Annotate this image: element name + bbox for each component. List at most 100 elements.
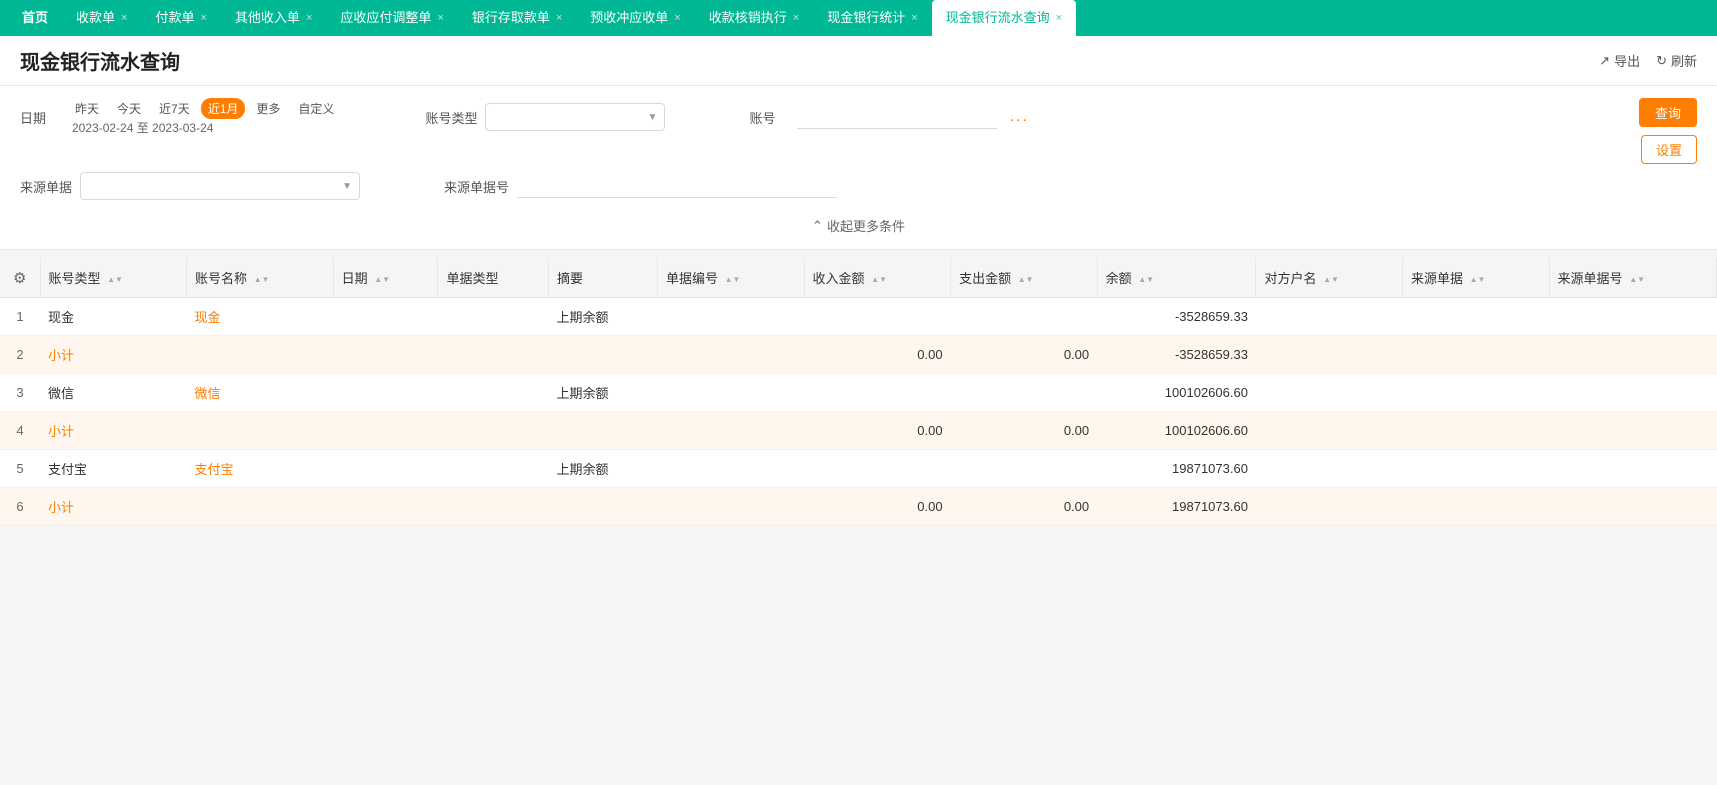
td-expense: 0.00 — [951, 488, 1098, 526]
td-id: 4 — [0, 412, 40, 450]
td-account-name: 现金 — [187, 298, 334, 336]
nav-tab-yinhangcunqukuan[interactable]: 银行存取款单 × — [458, 0, 576, 36]
date-custom[interactable]: 自定义 — [291, 98, 341, 119]
export-button[interactable]: ↗ 导出 — [1599, 51, 1640, 70]
close-icon[interactable]: × — [121, 0, 127, 36]
nav-tab-yingshouyingfu[interactable]: 应收应付调整单 × — [326, 0, 457, 36]
nav-tab-shoukuanhexiao[interactable]: 收款核销执行 × — [695, 0, 813, 36]
table-row[interactable]: 1 现金 现金 上期余额 -3528659.33 — [0, 298, 1717, 336]
close-icon[interactable]: × — [556, 0, 562, 36]
table-row[interactable]: 2 小计 0.00 0.00 -3528659.33 — [0, 336, 1717, 374]
sort-icons[interactable]: ▲▼ — [254, 276, 270, 284]
th-counterpart: 对方户名 ▲▼ — [1256, 258, 1403, 298]
date-label: 日期 — [20, 108, 60, 127]
td-balance: 100102606.60 — [1097, 374, 1256, 412]
nav-tab-label: 付款单 — [155, 0, 194, 36]
close-icon[interactable]: × — [437, 0, 443, 36]
td-summary: 上期余额 — [549, 450, 658, 488]
table-row[interactable]: 4 小计 0.00 0.00 100102606.60 — [0, 412, 1717, 450]
close-icon[interactable]: × — [793, 0, 799, 36]
td-account-type: 现金 — [40, 298, 187, 336]
td-id: 3 — [0, 374, 40, 412]
close-icon[interactable]: × — [306, 0, 312, 36]
sort-icons[interactable]: ▲▼ — [1323, 276, 1339, 284]
date-1month[interactable]: 近1月 — [201, 98, 246, 119]
sort-icons[interactable]: ▲▼ — [1470, 276, 1486, 284]
table-row[interactable]: 5 支付宝 支付宝 上期余额 19871073.60 — [0, 450, 1717, 488]
td-income — [804, 450, 951, 488]
date-7days[interactable]: 近7天 — [152, 98, 197, 119]
account-filter-group: 账号 ... — [749, 105, 1028, 129]
sort-icons[interactable]: ▲▼ — [1138, 276, 1154, 284]
sort-icons[interactable]: ▲▼ — [1018, 276, 1034, 284]
th-source-doc-label: 来源单据 — [1411, 271, 1463, 286]
table-body: 1 现金 现金 上期余额 -3528659.33 2 小计 0.00 0.00 … — [0, 298, 1717, 526]
nav-tab-yushouying[interactable]: 预收冲应收单 × — [576, 0, 694, 36]
nav-home[interactable]: 首页 — [8, 0, 62, 36]
td-expense — [951, 450, 1098, 488]
source-doc-label: 来源单据 — [20, 177, 72, 196]
nav-tab-shoukuan[interactable]: 收款单 × — [62, 0, 141, 36]
date-more[interactable]: 更多 — [249, 98, 287, 119]
td-source-doc — [1403, 412, 1550, 450]
source-doc-select[interactable] — [80, 172, 360, 200]
settings-button[interactable]: 设置 — [1641, 135, 1697, 164]
table-row[interactable]: 3 微信 微信 上期余额 100102606.60 — [0, 374, 1717, 412]
nav-tab-fukuan[interactable]: 付款单 × — [141, 0, 220, 36]
export-icon: ↗ — [1599, 53, 1610, 69]
gear-icon[interactable]: ⚙ — [13, 270, 26, 287]
td-source-doc-no — [1549, 450, 1716, 488]
collapse-button[interactable]: ⌃ 收起更多条件 — [812, 216, 905, 235]
refresh-label: 刷新 — [1671, 51, 1697, 70]
th-balance: 余额 ▲▼ — [1097, 258, 1256, 298]
close-icon[interactable]: × — [911, 0, 917, 36]
td-date — [333, 412, 438, 450]
td-date — [333, 374, 438, 412]
td-summary — [549, 412, 658, 450]
date-today[interactable]: 今天 — [110, 98, 148, 119]
nav-tab-liushui[interactable]: 现金银行流水查询 × — [932, 0, 1076, 36]
td-counterpart — [1256, 450, 1403, 488]
sort-icons[interactable]: ▲▼ — [107, 276, 123, 284]
account-label: 账号 — [749, 108, 789, 127]
source-doc-filter-group: 来源单据 ▼ — [20, 172, 360, 200]
main-table: ⚙ 账号类型 ▲▼ 账号名称 ▲▼ 日期 ▲▼ 单据类型 摘 — [0, 258, 1717, 526]
table-row[interactable]: 6 小计 0.00 0.00 19871073.60 — [0, 488, 1717, 526]
td-account-name: 微信 — [187, 374, 334, 412]
collapse-up-icon: ⌃ — [812, 218, 823, 234]
td-balance: 100102606.60 — [1097, 412, 1256, 450]
td-income — [804, 298, 951, 336]
account-type-select[interactable] — [485, 103, 665, 131]
nav-tab-label: 现金银行流水查询 — [946, 0, 1050, 36]
td-id: 1 — [0, 298, 40, 336]
refresh-button[interactable]: ↻ 刷新 — [1656, 51, 1697, 70]
sort-icons[interactable]: ▲▼ — [725, 276, 741, 284]
td-expense — [951, 374, 1098, 412]
nav-tab-qitashourucdan[interactable]: 其他收入单 × — [221, 0, 326, 36]
query-button[interactable]: 查询 — [1639, 98, 1697, 127]
source-doc-no-input[interactable] — [517, 174, 837, 198]
close-icon[interactable]: × — [674, 0, 680, 36]
sort-icons[interactable]: ▲▼ — [871, 276, 887, 284]
sort-icons[interactable]: ▲▼ — [1629, 276, 1645, 284]
close-icon[interactable]: × — [1056, 0, 1062, 36]
th-account-name-label: 账号名称 — [195, 271, 247, 286]
account-input[interactable] — [797, 105, 997, 129]
th-account-type: 账号类型 ▲▼ — [40, 258, 187, 298]
account-dots-button[interactable]: ... — [1009, 108, 1028, 126]
sort-icons[interactable]: ▲▼ — [374, 276, 390, 284]
td-source-doc-no — [1549, 412, 1716, 450]
date-yesterday[interactable]: 昨天 — [68, 98, 106, 119]
td-source-doc-no — [1549, 336, 1716, 374]
close-icon[interactable]: × — [200, 0, 206, 36]
collapse-label: 收起更多条件 — [827, 216, 905, 235]
account-type-select-wrapper: ▼ — [485, 103, 665, 131]
th-source-doc: 来源单据 ▲▼ — [1403, 258, 1550, 298]
account-type-label: 账号类型 — [425, 108, 477, 127]
nav-tab-xianjinyinhang[interactable]: 现金银行统计 × — [813, 0, 931, 36]
td-source-doc — [1403, 298, 1550, 336]
td-account-type: 支付宝 — [40, 450, 187, 488]
filter-right-buttons: 查询 设置 — [1639, 98, 1697, 164]
td-date — [333, 336, 438, 374]
td-account-type: 小计 — [40, 412, 187, 450]
